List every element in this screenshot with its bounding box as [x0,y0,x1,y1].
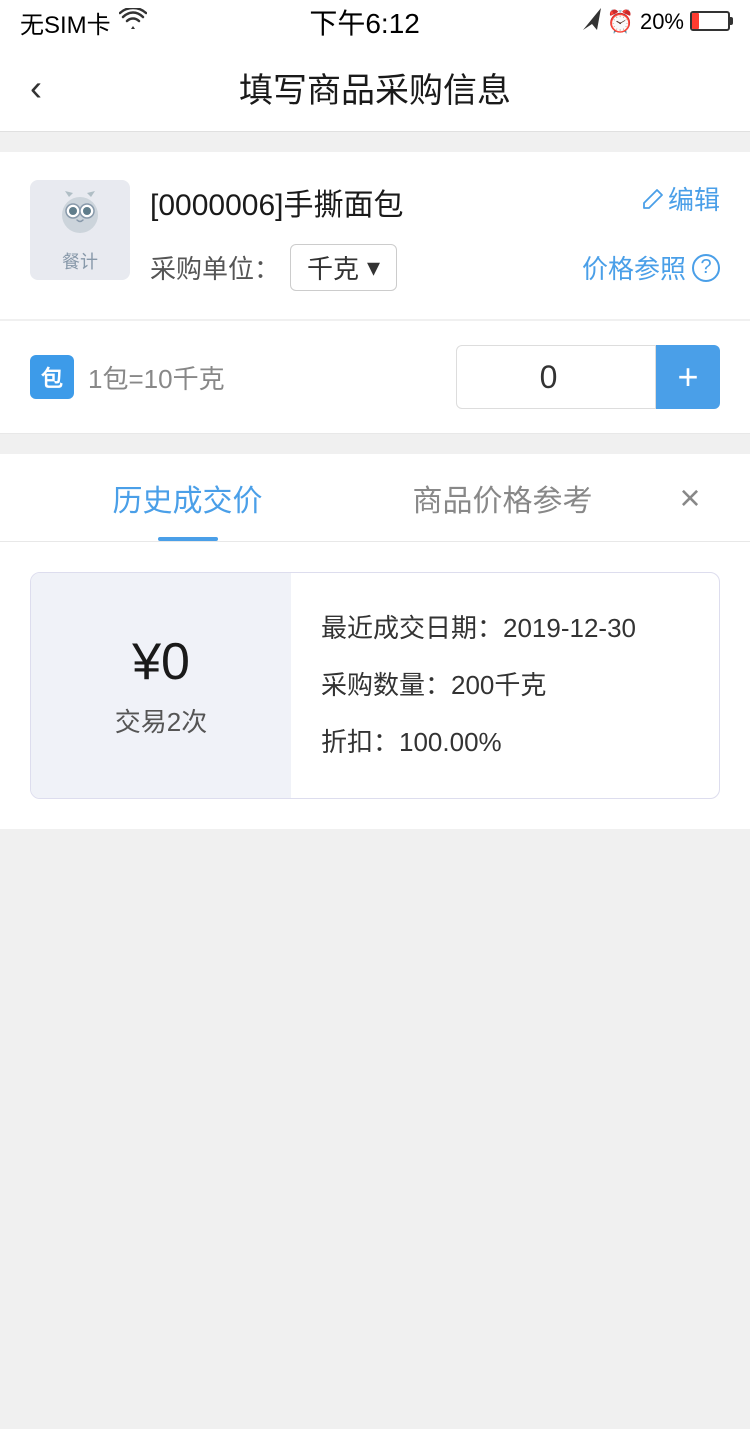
product-info: [0000006]手撕面包 编辑 采购单位： 千克 ▾ 价格参照 ? [150,180,720,291]
tabs-header: 历史成交价 商品价格参考 × [0,454,750,542]
transaction-right: 最近成交日期：2019-12-30 采购数量：200千克 折扣：100.00% [291,573,719,798]
transaction-discount-row: 折扣：100.00% [321,723,689,762]
bottom-area [0,829,750,1429]
wifi-icon [119,8,147,37]
product-card: 餐计 [0000006]手撕面包 编辑 采购单位： 千克 ▾ 价格参照 [0,152,750,319]
transaction-left: ¥0 交易2次 [31,573,291,798]
product-header: [0000006]手撕面包 编辑 [150,180,720,224]
quantity-plus-button[interactable]: + [656,345,720,409]
conversion-text: 1包=10千克 [88,359,225,396]
transaction-container: ¥0 交易2次 最近成交日期：2019-12-30 采购数量：200千克 折扣：… [0,542,750,829]
quantity-left: 包 1包=10千克 [30,355,225,399]
product-unit-row: 采购单位： 千克 ▾ 价格参照 ? [150,244,720,291]
transaction-qty-row: 采购数量：200千克 [321,666,689,705]
chevron-down-icon: ▾ [367,252,380,283]
quantity-row: 包 1包=10千克 + [0,321,750,433]
alarm-icon: ⏰ [607,9,634,35]
quantity-input[interactable] [456,345,656,409]
back-button[interactable]: ‹ [30,67,42,109]
help-icon: ? [692,254,720,282]
quantity-section: 包 1包=10千克 + [0,321,750,434]
tabs-section: 历史成交价 商品价格参考 × ¥0 交易2次 最近成交日期：2019-12-30… [0,454,750,829]
product-name: [0000006]手撕面包 [150,180,403,224]
unit-label: 采购单位： 千克 ▾ [150,244,397,291]
product-image-label: 餐计 [62,248,98,274]
tab-close-button[interactable]: × [660,468,720,528]
unit-select[interactable]: 千克 ▾ [290,244,397,291]
carrier-text: 无SIM卡 [20,5,111,40]
transaction-count: 交易2次 [115,702,207,739]
edit-button[interactable]: 编辑 [642,180,720,217]
package-icon: 包 [30,355,74,399]
product-image: 餐计 [30,180,130,280]
status-left: 无SIM卡 [20,5,147,40]
status-bar: 无SIM卡 下午6:12 ⏰ 20% [0,0,750,44]
transaction-date-row: 最近成交日期：2019-12-30 [321,609,689,648]
tab-history-price[interactable]: 历史成交价 [30,454,345,541]
nav-bar: ‹ 填写商品采购信息 [0,44,750,132]
status-right: ⏰ 20% [583,8,730,36]
battery-percent: 20% [640,9,684,35]
battery-icon [690,9,730,35]
gps-icon [583,8,601,36]
tab-price-reference[interactable]: 商品价格参考 [345,454,660,541]
transaction-card: ¥0 交易2次 最近成交日期：2019-12-30 采购数量：200千克 折扣：… [30,572,720,799]
quantity-input-group: + [456,345,720,409]
product-owl-icon [55,187,105,246]
page-title: 填写商品采购信息 [239,63,511,112]
transaction-price: ¥0 [132,632,190,692]
price-ref-button[interactable]: 价格参照 ? [582,249,720,286]
status-time: 下午6:12 [309,2,420,42]
